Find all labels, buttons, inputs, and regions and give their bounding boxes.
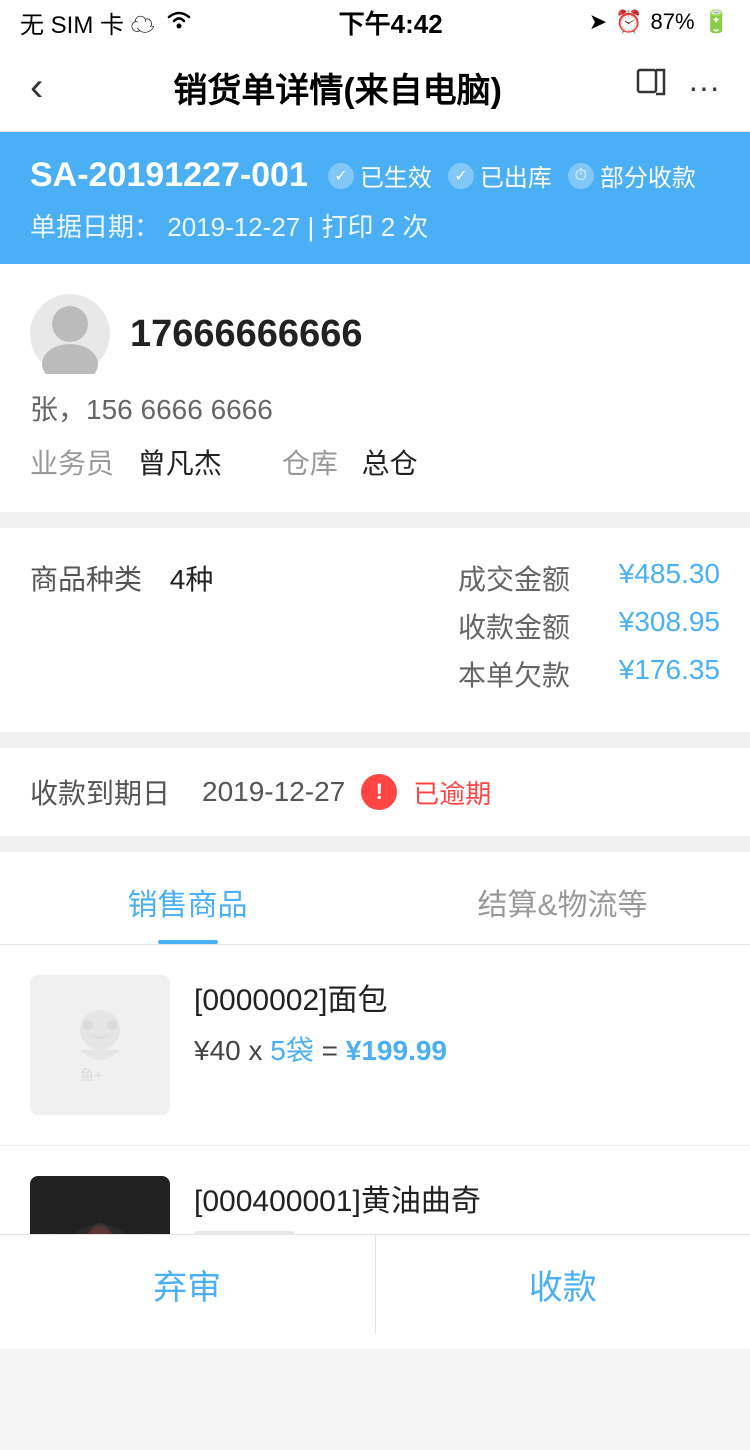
- due-date-label: 收款到期日: [30, 772, 170, 812]
- divider-3: [0, 836, 750, 852]
- due-date-value: 2019-12-27: [202, 776, 345, 808]
- wifi-icon: [165, 8, 193, 36]
- tabs-section: 销售商品 结算&物流等: [0, 852, 750, 945]
- warehouse-value: 总仓: [362, 448, 418, 479]
- received-label: 收款金额: [458, 606, 570, 646]
- product-kinds-label: 商品种类: [30, 564, 142, 595]
- customer-meta: 业务员 曾凡杰 仓库 总仓: [30, 442, 720, 482]
- status-bar-left: 无 SIM 卡 ☁: [20, 5, 193, 40]
- clock-icon: ⏱: [568, 163, 594, 189]
- received-value: ¥308.95: [600, 606, 720, 646]
- overdue-icon: !: [361, 774, 397, 810]
- status-bar-time: 下午4:42: [339, 4, 443, 41]
- sim-status: 无 SIM 卡 ☁: [20, 5, 155, 40]
- product-name-1: [0000002]面包: [194, 975, 720, 1019]
- product-price-1: ¥40 x 5袋 = ¥199.99: [194, 1029, 720, 1069]
- share-icon[interactable]: [632, 66, 668, 110]
- battery-icon: 🔋: [703, 9, 730, 35]
- check-icon-2: ✓: [448, 163, 474, 189]
- badge-effective: ✓ 已生效: [328, 158, 432, 193]
- due-section: 收款到期日 2019-12-27 ! 已逾期: [0, 748, 750, 836]
- badge-partial: ⏱ 部分收款: [568, 158, 696, 193]
- order-number: SA-20191227-001: [30, 156, 308, 195]
- back-button[interactable]: ‹: [30, 65, 43, 110]
- product-image-1: 鱼+: [30, 975, 170, 1115]
- tab-settlement[interactable]: 结算&物流等: [375, 852, 750, 944]
- nav-right: ···: [632, 66, 720, 110]
- divider-2: [0, 732, 750, 748]
- table-row: 鱼+ [0000002]面包 ¥40 x 5袋 = ¥199.99: [0, 945, 750, 1146]
- customer-section: 17666666666 张，156 6666 6666 业务员 曾凡杰 仓库 总…: [0, 264, 750, 512]
- alarm-icon: ⏰: [615, 9, 642, 35]
- status-bar-right: ➤ ⏰ 87% 🔋: [589, 9, 730, 35]
- warehouse-label: 仓库: [282, 448, 338, 479]
- summary-section: 商品种类 4种 成交金额 ¥485.30 收款金额 ¥308.95 本单欠款 ¥…: [0, 528, 750, 732]
- debt-value: ¥176.35: [600, 654, 720, 694]
- nav-bar: ‹ 销货单详情(来自电脑) ···: [0, 44, 750, 132]
- collect-payment-button[interactable]: 收款: [376, 1235, 750, 1334]
- location-icon: ➤: [589, 9, 607, 35]
- status-bar: 无 SIM 卡 ☁ 下午4:42 ➤ ⏰ 87% 🔋: [0, 0, 750, 44]
- deal-amount-label: 成交金额: [458, 558, 570, 598]
- avatar: [30, 294, 110, 374]
- badge-shipped: ✓ 已出库: [448, 158, 552, 193]
- order-date: 单据日期： 2019-12-27 | 打印 2 次: [30, 207, 720, 244]
- svg-text:鱼+: 鱼+: [80, 1067, 102, 1083]
- order-badges: ✓ 已生效 ✓ 已出库 ⏱ 部分收款: [328, 158, 696, 193]
- amounts-block: 成交金额 ¥485.30 收款金额 ¥308.95 本单欠款 ¥176.35: [458, 558, 720, 702]
- overdue-text: 已逾期: [413, 774, 491, 811]
- product-info-1: [0000002]面包 ¥40 x 5袋 = ¥199.99: [194, 975, 720, 1115]
- divider-1: [0, 512, 750, 528]
- product-kinds-value: 4种: [170, 564, 214, 595]
- salesman-label: 业务员: [30, 448, 114, 479]
- abandon-review-button[interactable]: 弃审: [0, 1235, 376, 1334]
- product-name-2: [000400001]黄油曲奇: [194, 1176, 720, 1220]
- page-title: 销货单详情(来自电脑): [173, 63, 502, 112]
- order-header: SA-20191227-001 ✓ 已生效 ✓ 已出库 ⏱ 部分收款 单据日期：…: [0, 132, 750, 264]
- customer-name: 17666666666: [130, 313, 362, 356]
- check-icon-1: ✓: [328, 163, 354, 189]
- bottom-bar: 弃审 收款: [0, 1234, 750, 1334]
- deal-amount-value: ¥485.30: [600, 558, 720, 598]
- tab-sales-products[interactable]: 销售商品: [0, 852, 375, 944]
- customer-sub: 张，156 6666 6666: [30, 388, 720, 428]
- nav-left: ‹: [30, 65, 43, 110]
- battery-level: 87%: [651, 9, 695, 35]
- debt-label: 本单欠款: [458, 654, 570, 694]
- salesman-value: 曾凡杰: [138, 448, 222, 479]
- more-icon[interactable]: ···: [688, 69, 720, 106]
